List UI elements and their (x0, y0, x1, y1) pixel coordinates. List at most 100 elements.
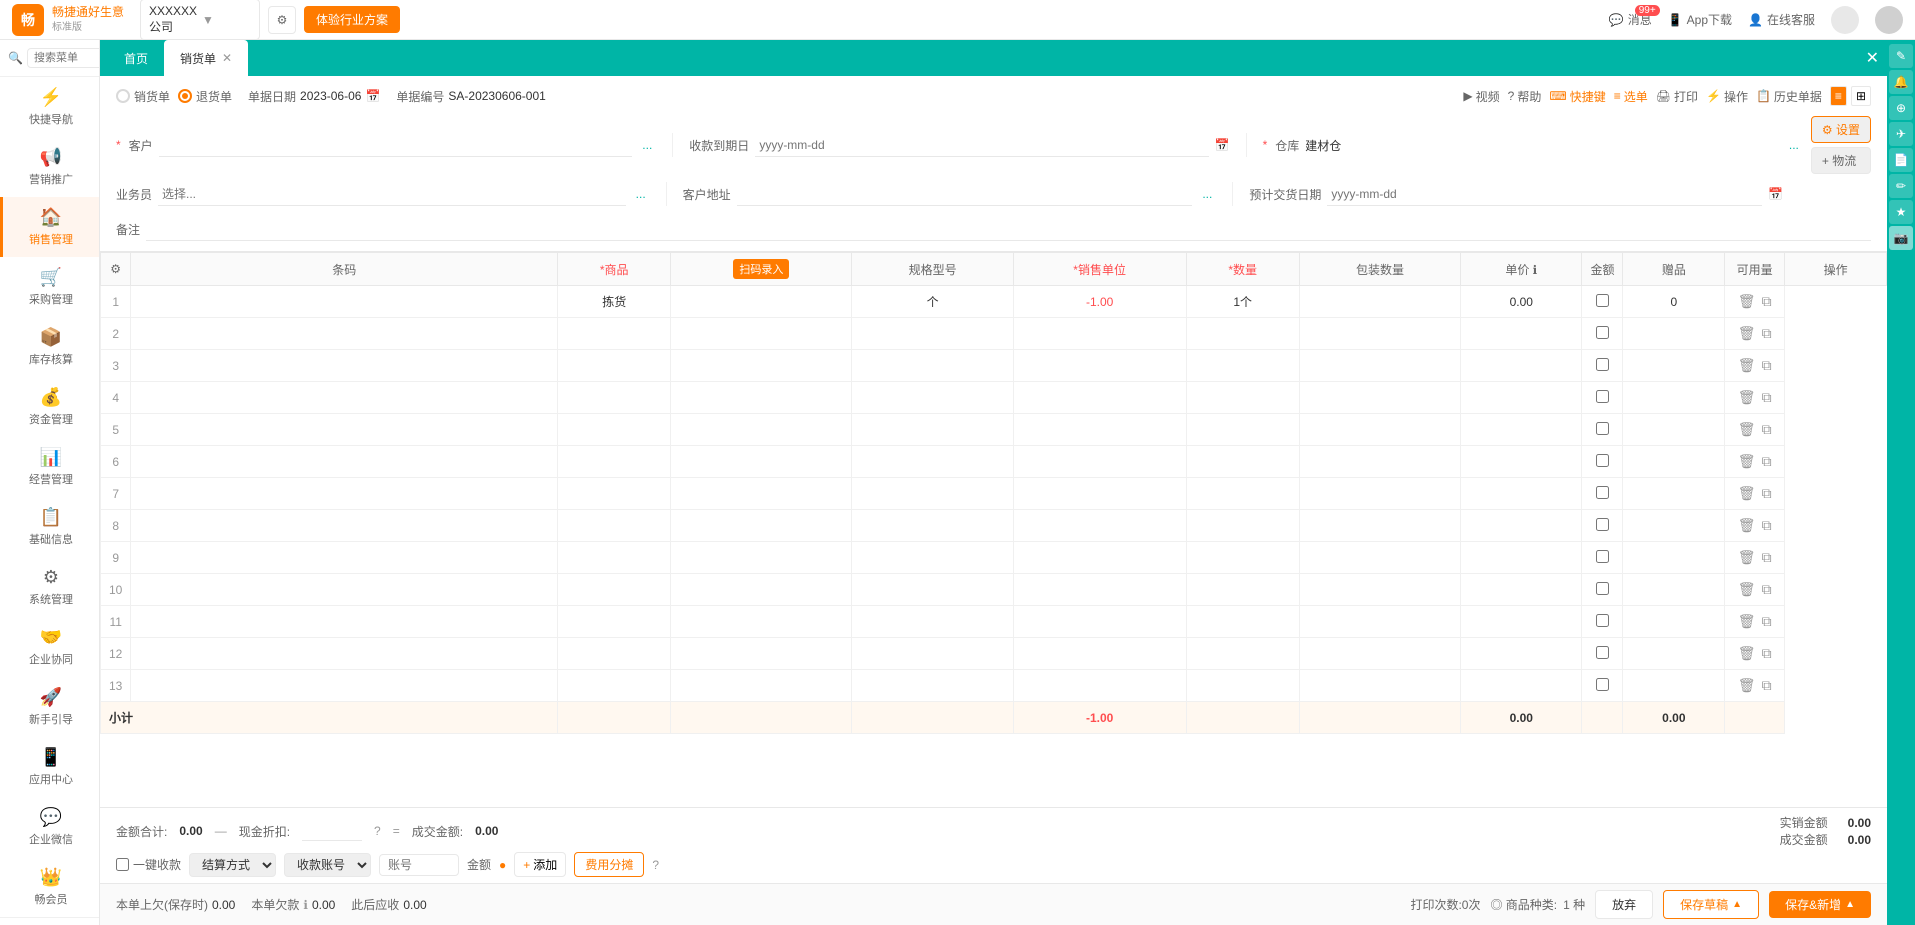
expected-date-calendar-icon[interactable]: 📅 (1768, 187, 1783, 201)
cell-qty[interactable] (1013, 574, 1186, 606)
discount-help-icon[interactable]: ? (374, 824, 381, 838)
sidebar-item-sys-mgmt[interactable]: ⚙系统管理 (0, 557, 99, 617)
cell-price[interactable] (1299, 638, 1460, 670)
right-panel-btn-2[interactable]: ⊕ (1889, 96, 1913, 120)
cell-barcode[interactable] (131, 286, 558, 318)
delete-icon[interactable]: 🗑 (1738, 421, 1756, 438)
cell-barcode[interactable] (131, 510, 558, 542)
cell-amount[interactable] (1461, 446, 1582, 478)
cell-product[interactable] (558, 542, 671, 574)
delete-icon[interactable]: 🗑 (1738, 517, 1756, 534)
radio-return[interactable]: 退货单 (178, 88, 232, 105)
delete-icon[interactable]: 🗑 (1738, 293, 1756, 310)
cell-unit[interactable] (852, 414, 1013, 446)
gift-checkbox[interactable] (1596, 422, 1609, 435)
account-select[interactable]: 收款账号 (284, 853, 371, 877)
cell-qty[interactable] (1013, 478, 1186, 510)
sidebar-item-base-info[interactable]: 📋基础信息 (0, 497, 99, 557)
cell-pkg-qty[interactable] (1186, 350, 1299, 382)
th-gear[interactable]: ⚙ (101, 253, 131, 286)
cell-unit[interactable] (852, 446, 1013, 478)
radio-sales[interactable]: 销货单 (116, 88, 170, 105)
cell-gift[interactable] (1582, 286, 1623, 318)
remarks-input[interactable] (146, 218, 1871, 241)
cell-barcode[interactable] (131, 574, 558, 606)
cell-unit[interactable] (852, 542, 1013, 574)
save-draft-button[interactable]: 保存草稿 ▲ (1663, 890, 1759, 919)
cell-amount[interactable] (1461, 318, 1582, 350)
cell-pkg-qty[interactable]: 1个 (1186, 286, 1299, 318)
cell-qty[interactable] (1013, 446, 1186, 478)
sidebar-item-finance[interactable]: 💰资金管理 (0, 377, 99, 437)
right-panel-btn-1[interactable]: 🔔 (1889, 70, 1913, 94)
cell-pkg-qty[interactable] (1186, 478, 1299, 510)
gift-checkbox[interactable] (1596, 518, 1609, 531)
cell-product[interactable] (558, 382, 671, 414)
cell-unit[interactable] (852, 638, 1013, 670)
cell-price[interactable] (1299, 670, 1460, 702)
sidebar-item-marketing[interactable]: 📢营销推广 (0, 137, 99, 197)
app-download-btn[interactable]: 📱 App下载 (1668, 11, 1732, 28)
cell-product[interactable] (558, 318, 671, 350)
print-btn[interactable]: 🖨 打印 (1656, 88, 1698, 105)
copy-icon[interactable]: ⧉ (1762, 293, 1772, 310)
right-panel-btn-6[interactable]: ★ (1889, 200, 1913, 224)
cell-qty[interactable] (1013, 542, 1186, 574)
avatar[interactable] (1831, 6, 1859, 34)
salesperson-ellipsis-btn[interactable]: ... (632, 187, 650, 201)
sidebar-item-app-center[interactable]: 📱应用中心 (0, 737, 99, 797)
cell-unit[interactable] (852, 318, 1013, 350)
select-btn[interactable]: ≡ 选单 (1614, 88, 1648, 105)
cell-spec[interactable] (671, 510, 852, 542)
cell-gift[interactable] (1582, 542, 1623, 574)
cell-spec[interactable] (671, 638, 852, 670)
save-new-button[interactable]: 保存&新增 ▲ (1769, 891, 1871, 918)
discount-input[interactable] (302, 822, 362, 841)
prev-debt-help[interactable]: ℹ (303, 898, 308, 912)
tab-close-icon[interactable]: ✕ (222, 51, 232, 65)
expected-date-input[interactable] (1327, 183, 1762, 206)
delete-icon[interactable]: 🗑 (1738, 453, 1756, 470)
cell-barcode[interactable] (131, 478, 558, 510)
cell-product[interactable] (558, 670, 671, 702)
cell-product[interactable] (558, 606, 671, 638)
copy-icon[interactable]: ⧉ (1762, 517, 1772, 534)
cell-gift[interactable] (1582, 638, 1623, 670)
copy-icon[interactable]: ⧉ (1762, 677, 1772, 694)
cell-price[interactable] (1299, 606, 1460, 638)
cell-spec[interactable] (671, 670, 852, 702)
logistics-btn[interactable]: + 物流 (1811, 147, 1871, 174)
cell-barcode[interactable] (131, 350, 558, 382)
cell-amount[interactable] (1461, 542, 1582, 574)
settings-btn[interactable]: ⚙ 设置 (1811, 116, 1871, 143)
shortcut-btn[interactable]: ⌨ 快捷键 (1549, 88, 1605, 105)
gift-checkbox[interactable] (1596, 582, 1609, 595)
cell-barcode[interactable] (131, 414, 558, 446)
cell-amount[interactable] (1461, 606, 1582, 638)
cell-amount[interactable] (1461, 414, 1582, 446)
cell-amount[interactable] (1461, 478, 1582, 510)
cell-spec[interactable] (671, 574, 852, 606)
cell-spec[interactable] (671, 446, 852, 478)
sidebar-item-purchase-mgmt[interactable]: 🛒采购管理 (0, 257, 99, 317)
cell-product[interactable] (558, 350, 671, 382)
cell-qty[interactable] (1013, 638, 1186, 670)
fee-help-icon[interactable]: ? (652, 858, 659, 872)
tab-home[interactable]: 首页 (108, 40, 164, 76)
cell-product[interactable] (558, 478, 671, 510)
calc-method-select[interactable]: 结算方式 (189, 853, 276, 877)
cell-qty[interactable] (1013, 318, 1186, 350)
settings-icon[interactable]: ⚙ (268, 6, 296, 34)
delete-icon[interactable]: 🗑 (1738, 677, 1756, 694)
cell-barcode[interactable] (131, 382, 558, 414)
message-btn[interactable]: 💬 消息 99+ (1609, 11, 1652, 28)
gift-checkbox[interactable] (1596, 390, 1609, 403)
cell-qty[interactable] (1013, 350, 1186, 382)
cell-price[interactable] (1299, 350, 1460, 382)
addr-ellipsis-btn[interactable]: ... (1198, 187, 1216, 201)
gift-checkbox[interactable] (1596, 326, 1609, 339)
trial-button[interactable]: 体验行业方案 (304, 6, 400, 33)
cell-pkg-qty[interactable] (1186, 318, 1299, 350)
sidebar-item-ops-mgmt[interactable]: 📊经营管理 (0, 437, 99, 497)
cell-pkg-qty[interactable] (1186, 542, 1299, 574)
